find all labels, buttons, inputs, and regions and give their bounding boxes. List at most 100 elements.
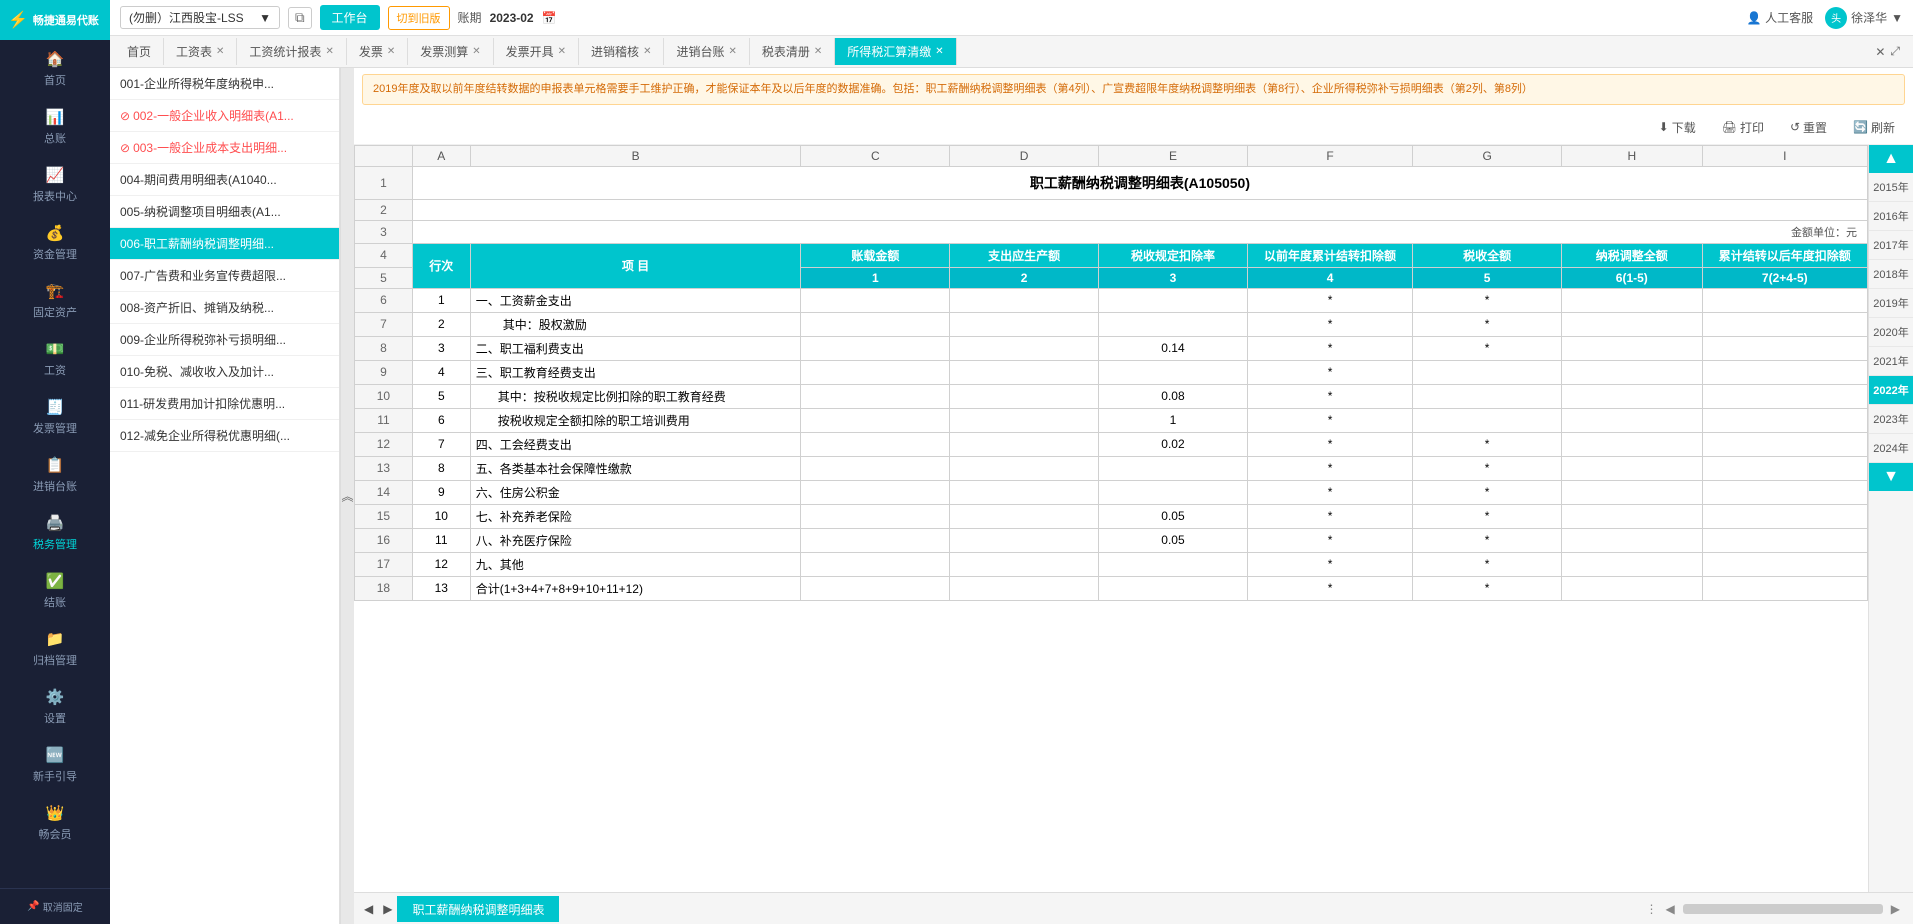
cell-13-c2[interactable] <box>950 576 1099 600</box>
cell-10-c3[interactable]: 0.05 <box>1099 504 1248 528</box>
cell-13-c7[interactable] <box>1702 576 1867 600</box>
tab-check[interactable]: 进销稽核 ✕ <box>579 38 664 65</box>
cell-1-c6[interactable] <box>1562 288 1703 312</box>
user-menu[interactable]: 头 徐泽华 ▼ <box>1825 7 1903 29</box>
tab-maximize[interactable]: ⤢ <box>1890 44 1900 59</box>
idx-9[interactable]: 9 <box>412 480 470 504</box>
sidebar-item-member[interactable]: 👑 畅会员 <box>0 794 110 852</box>
cell-3-c6[interactable] <box>1562 336 1703 360</box>
label-4[interactable]: 三、职工教育经费支出 <box>470 360 801 384</box>
cell-8-c5[interactable]: * <box>1413 456 1562 480</box>
cell-12-c5[interactable]: * <box>1413 552 1562 576</box>
cell-1-c5[interactable]: * <box>1413 288 1562 312</box>
cell-8-c7[interactable] <box>1702 456 1867 480</box>
tab-payroll-close[interactable]: ✕ <box>216 46 224 57</box>
cell-10-c7[interactable] <box>1702 504 1867 528</box>
cell-5-c4[interactable]: * <box>1247 384 1412 408</box>
cell-3-c4[interactable]: * <box>1247 336 1412 360</box>
sidebar-item-home[interactable]: 🏠 首页 <box>0 40 110 98</box>
cell-4-c5[interactable] <box>1413 360 1562 384</box>
cell-6-c5[interactable] <box>1413 408 1562 432</box>
label-11[interactable]: 八、补充医疗保险 <box>470 528 801 552</box>
idx-12[interactable]: 12 <box>412 552 470 576</box>
cell-12-c4[interactable]: * <box>1247 552 1412 576</box>
cell-7-c4[interactable]: * <box>1247 432 1412 456</box>
year-2024[interactable]: 2024年 <box>1869 434 1913 463</box>
support-link[interactable]: 👤 人工客服 <box>1747 9 1813 26</box>
cell-11-c1[interactable] <box>801 528 950 552</box>
cell-7-c3[interactable]: 0.02 <box>1099 432 1248 456</box>
cell-9-c7[interactable] <box>1702 480 1867 504</box>
cell-9-c1[interactable] <box>801 480 950 504</box>
left-item-001[interactable]: 001-企业所得税年度纳税申... <box>110 68 339 100</box>
cell-9-c6[interactable] <box>1562 480 1703 504</box>
idx-13[interactable]: 13 <box>412 576 470 600</box>
label-1[interactable]: 一、工资薪金支出 <box>470 288 801 312</box>
cell-13-c6[interactable] <box>1562 576 1703 600</box>
cell-5-c6[interactable] <box>1562 384 1703 408</box>
year-2020[interactable]: 2020年 <box>1869 318 1913 347</box>
collapse-button[interactable]: 《 <box>340 68 354 924</box>
tab-income-tax-close[interactable]: ✕ <box>935 46 943 57</box>
cell-9-c3[interactable] <box>1099 480 1248 504</box>
cell-11-c4[interactable]: * <box>1247 528 1412 552</box>
tab-payroll-stats-close[interactable]: ✕ <box>325 46 333 57</box>
year-2015[interactable]: 2015年 <box>1869 173 1913 202</box>
cell-4-c7[interactable] <box>1702 360 1867 384</box>
cell-3-c3[interactable]: 0.14 <box>1099 336 1248 360</box>
cell-4-c6[interactable] <box>1562 360 1703 384</box>
sidebar-item-ledger[interactable]: 📊 总账 <box>0 98 110 156</box>
idx-4[interactable]: 4 <box>412 360 470 384</box>
cell-4-c1[interactable] <box>801 360 950 384</box>
cell-1-c2[interactable] <box>950 288 1099 312</box>
cell-1-c4[interactable]: * <box>1247 288 1412 312</box>
idx-5[interactable]: 5 <box>412 384 470 408</box>
cell-2-c1[interactable] <box>801 312 950 336</box>
copy-button[interactable]: ⧉ <box>288 7 312 29</box>
cell-5-c2[interactable] <box>950 384 1099 408</box>
idx-1[interactable]: 1 <box>412 288 470 312</box>
label-12[interactable]: 九、其他 <box>470 552 801 576</box>
sidebar-item-settings[interactable]: ⚙️ 设置 <box>0 678 110 736</box>
left-item-003[interactable]: ⊘003-一般企业成本支出明细... <box>110 132 339 164</box>
tab-invoice-issue-close[interactable]: ✕ <box>558 46 566 57</box>
cell-2-c4[interactable]: * <box>1247 312 1412 336</box>
cell-7-c7[interactable] <box>1702 432 1867 456</box>
tab-invoice-issue[interactable]: 发票开具 ✕ <box>494 38 579 65</box>
cell-8-c2[interactable] <box>950 456 1099 480</box>
old-version-button[interactable]: 切到旧版 <box>388 6 450 30</box>
cell-7-c5[interactable]: * <box>1413 432 1562 456</box>
cell-6-c2[interactable] <box>950 408 1099 432</box>
tab-ledger[interactable]: 进销台账 ✕ <box>664 38 749 65</box>
year-2019[interactable]: 2019年 <box>1869 289 1913 318</box>
cell-1-c3[interactable] <box>1099 288 1248 312</box>
tab-close-all[interactable]: ✕ <box>1875 45 1885 59</box>
cell-5-c1[interactable] <box>801 384 950 408</box>
left-item-008[interactable]: 008-资产折旧、摊销及纳税... <box>110 292 339 324</box>
cell-3-c2[interactable] <box>950 336 1099 360</box>
cell-6-c4[interactable]: * <box>1247 408 1412 432</box>
idx-10[interactable]: 10 <box>412 504 470 528</box>
sidebar-item-reports[interactable]: 📈 报表中心 <box>0 156 110 214</box>
idx-3[interactable]: 3 <box>412 336 470 360</box>
cell-11-c6[interactable] <box>1562 528 1703 552</box>
tab-tax-list-close[interactable]: ✕ <box>814 46 822 57</box>
left-item-009[interactable]: 009-企业所得税弥补亏损明细... <box>110 324 339 356</box>
cell-1-c7[interactable] <box>1702 288 1867 312</box>
label-9[interactable]: 六、住房公积金 <box>470 480 801 504</box>
cell-5-c5[interactable] <box>1413 384 1562 408</box>
cell-4-c4[interactable]: * <box>1247 360 1412 384</box>
tab-invoice[interactable]: 发票 ✕ <box>347 38 408 65</box>
sidebar-item-invoices[interactable]: 🧾 发票管理 <box>0 388 110 446</box>
cell-6-c3[interactable]: 1 <box>1099 408 1248 432</box>
cell-9-c2[interactable] <box>950 480 1099 504</box>
idx-6[interactable]: 6 <box>412 408 470 432</box>
left-item-012[interactable]: 012-减免企业所得税优惠明细(... <box>110 420 339 452</box>
left-item-011[interactable]: 011-研发费用加计扣除优惠明... <box>110 388 339 420</box>
year-2017[interactable]: 2017年 <box>1869 231 1913 260</box>
cell-13-c4[interactable]: * <box>1247 576 1412 600</box>
workbench-button[interactable]: 工作台 <box>320 5 380 30</box>
cell-13-c1[interactable] <box>801 576 950 600</box>
label-8[interactable]: 五、各类基本社会保障性缴款 <box>470 456 801 480</box>
scroll-left-icon[interactable]: ◀ <box>1666 902 1675 916</box>
